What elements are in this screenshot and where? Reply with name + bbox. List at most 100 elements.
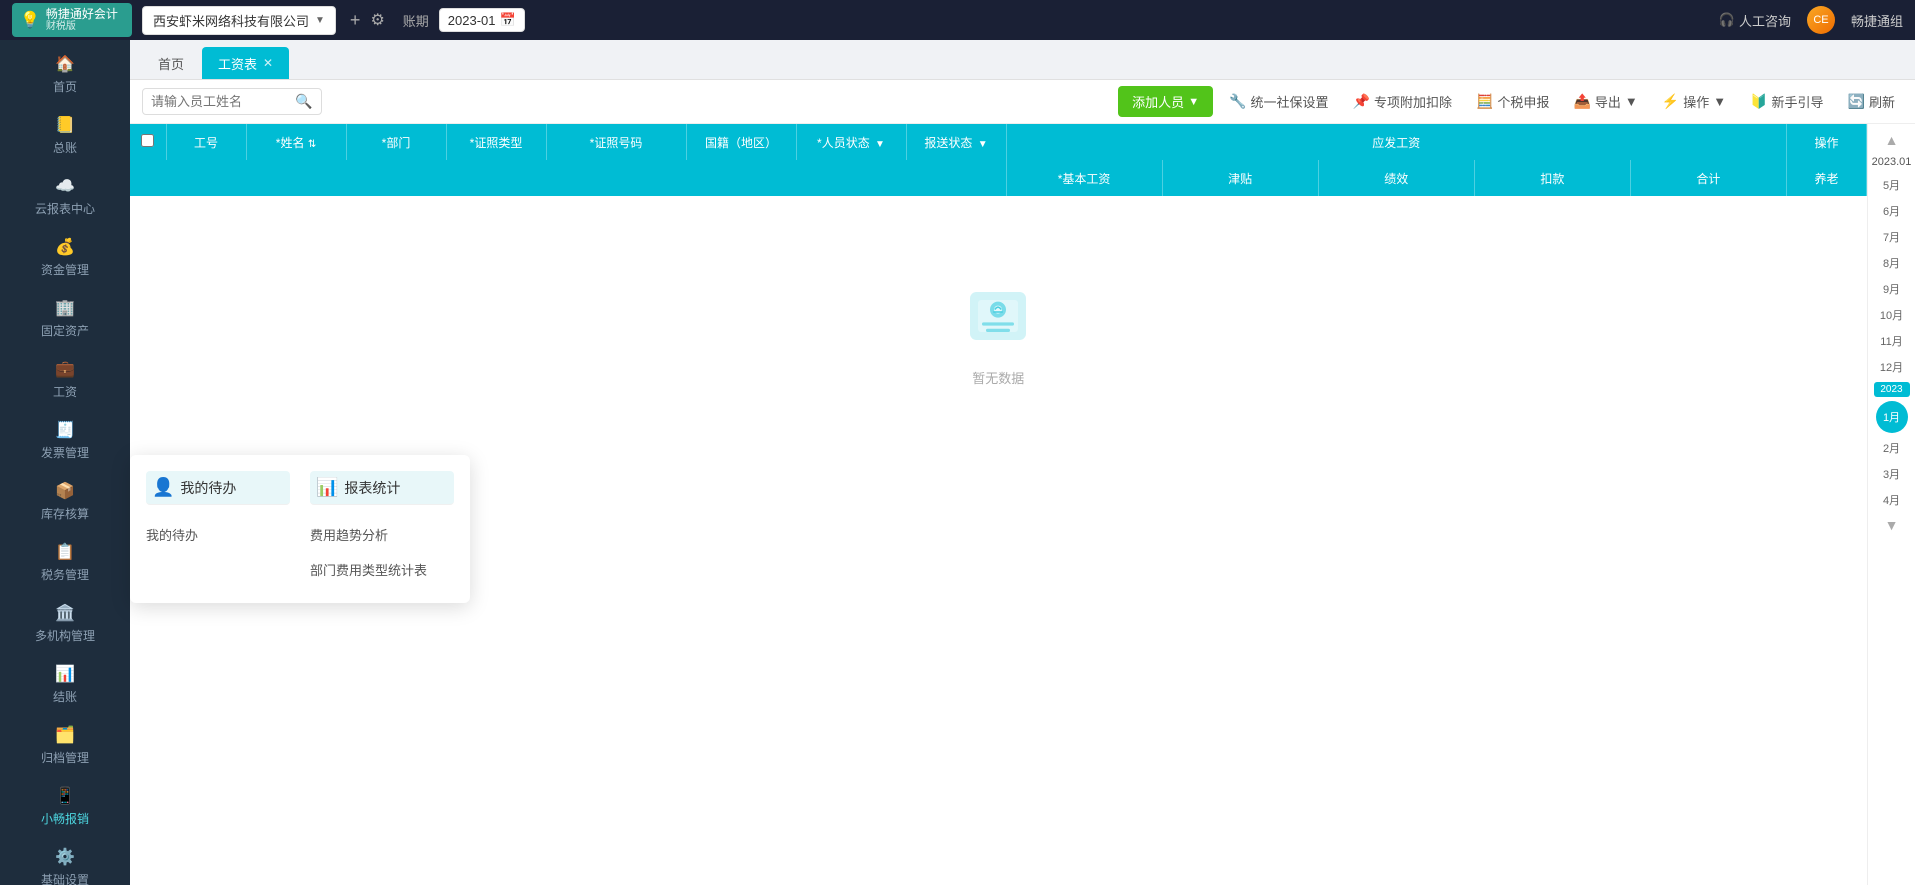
sidebar-item-cloud-report[interactable]: ☁️ 云报表中心 [0,166,130,227]
add-person-button[interactable]: 添加人员 ▼ [1118,86,1213,117]
tab-close-icon[interactable]: ✕ [263,56,273,70]
timeline-month-7[interactable]: 7月 [1868,224,1915,250]
search-icon[interactable]: 🔍 [295,93,312,110]
operations-label: 操作 [1683,92,1709,111]
year-badge-2023: 2023 [1874,382,1910,397]
timeline-nav-down[interactable]: ▼ [1881,513,1903,537]
special-deduct-button[interactable]: 📌 专项附加扣除 [1345,88,1460,115]
social-insurance-label: 统一社保设置 [1251,92,1329,111]
sidebar-item-ledger[interactable]: 📒 总账 [0,105,130,166]
sidebar-item-home[interactable]: 🏠 首页 [0,44,130,105]
id-num-header: *证照号码 [546,124,686,160]
sidebar-item-xiaochang[interactable]: 📱 小畅报销 [0,776,130,837]
timeline-nav-up[interactable]: ▲ [1881,128,1903,152]
sidebar-label: 资金管理 [41,261,89,278]
social-insurance-button[interactable]: 🔧 统一社保设置 [1221,88,1336,115]
no-data-illustration [958,276,1038,356]
person-status-header: *人员状态 ▼ [796,124,906,160]
sidebar-item-inventory[interactable]: 📦 库存核算 [0,471,130,532]
popup-item-my-todo[interactable]: 我的待办 [146,517,290,552]
timeline-year: 2023.01 [1872,152,1912,172]
service-button[interactable]: 🎧 人工咨询 [1719,11,1791,30]
logo[interactable]: 💡 畅捷通好会计 财税版 [12,3,132,37]
tax-icon: 📋 [55,542,75,562]
add-company-icon[interactable]: + [350,10,361,31]
top-bar: 💡 畅捷通好会计 财税版 西安虾米网络科技有限公司 ▼ + ⚙ 账期 2023-… [0,0,1915,40]
archive-icon: 🗂️ [55,725,75,745]
guide-button[interactable]: 🔰 新手引导 [1742,88,1831,115]
guide-label: 新手引导 [1772,92,1824,111]
sidebar-item-salary[interactable]: 💼 工资 [0,349,130,410]
bonus-header: 津贴 [1162,160,1318,196]
tab-salary-table-label: 工资表 [218,54,257,73]
salary-icon: 💼 [55,359,75,379]
sidebar-label: 首页 [53,78,77,95]
tab-home-label: 首页 [158,54,184,73]
no-data-area: 暂无数据 [130,196,1867,467]
refresh-label: 刷新 [1869,92,1895,111]
sidebar-item-archive[interactable]: 🗂️ 归档管理 [0,715,130,776]
sidebar-label: 小畅报销 [41,810,89,827]
sidebar-item-settlement[interactable]: 📊 结账 [0,654,130,715]
total-header: 合计 [1630,160,1786,196]
period-value[interactable]: 2023-01 📅 [439,8,525,32]
check-all-header[interactable] [130,124,166,160]
id-type-header: *证照类型 [446,124,546,160]
sidebar-item-invoice[interactable]: 🧾 发票管理 [0,410,130,471]
timeline-month-2[interactable]: 2月 [1868,435,1915,461]
timeline-month-9[interactable]: 9月 [1868,276,1915,302]
sidebar-item-multi-org[interactable]: 🏛️ 多机构管理 [0,593,130,654]
export-button[interactable]: 📤 导出 ▼ [1565,88,1645,115]
table-header-row2: *基本工资 津贴 绩效 扣款 合计 养老 [130,160,1867,196]
basic-settings-icon: ⚙️ [55,847,75,867]
company-selector[interactable]: 西安虾米网络科技有限公司 ▼ [142,6,336,35]
sidebar-item-basic-settings[interactable]: ⚙️ 基础设置 [0,837,130,885]
export-label: 导出 [1595,92,1621,111]
no-header: 工号 [166,124,246,160]
filter-icon[interactable]: ▼ [875,139,885,150]
popup-item-cost-trend[interactable]: 费用趋势分析 [310,517,454,552]
report-filter-icon[interactable]: ▼ [978,139,988,150]
sidebar-label: 归档管理 [41,749,89,766]
timeline-month-8[interactable]: 8月 [1868,250,1915,276]
avatar[interactable]: CE [1807,6,1835,34]
timeline-month-6[interactable]: 6月 [1868,198,1915,224]
timeline-month-5[interactable]: 5月 [1868,172,1915,198]
xiaochang-icon: 📱 [55,786,75,806]
popup-col-report: 📊 报表统计 费用趋势分析 部门费用类型统计表 [310,471,454,587]
cloud-icon: ☁️ [55,176,75,196]
sidebar-item-fixed-assets[interactable]: 🏢 固定资产 [0,288,130,349]
chevron-down-icon: ▼ [315,15,325,26]
popup-todo-title: 我的待办 [180,478,236,498]
sidebar-label: 工资 [53,383,77,400]
multi-org-icon: 🏛️ [55,603,75,623]
operations-button[interactable]: ⚡ 操作 ▼ [1654,88,1734,115]
tab-bar: 首页 工资表 ✕ [130,40,1915,80]
settings-icon[interactable]: ⚙ [370,10,384,30]
operation-header: 操作 [1787,124,1867,160]
nationality-header: 国籍（地区） [686,124,796,160]
timeline-month-10[interactable]: 10月 [1868,302,1915,328]
social-insurance-icon: 🔧 [1229,93,1246,110]
timeline-month-11[interactable]: 11月 [1868,328,1915,354]
check-all-checkbox[interactable] [141,134,154,147]
timeline-month-12[interactable]: 12月 [1868,354,1915,380]
search-input[interactable] [151,94,291,109]
base-wage-header: *基本工资 [1006,160,1162,196]
timeline-month-1[interactable]: 1月 [1876,401,1908,433]
refresh-button[interactable]: 🔄 刷新 [1840,88,1903,115]
tab-salary-table[interactable]: 工资表 ✕ [202,47,289,79]
tab-home[interactable]: 首页 [142,47,200,79]
top-bar-right: 🎧 人工咨询 CE 畅捷通组 [1719,6,1903,34]
timeline-month-4[interactable]: 4月 [1868,487,1915,513]
sidebar-item-finance[interactable]: 💰 资金管理 [0,227,130,288]
individual-tax-button[interactable]: 🧮 个税申报 [1468,88,1557,115]
sidebar-label: 多机构管理 [35,627,95,644]
salary-table: 工号 *姓名 ⇅ *部门 *证照类型 *证照号码 国籍（地区） *人员状态 ▼ [130,124,1867,467]
popup-item-dept-cost[interactable]: 部门费用类型统计表 [310,552,454,587]
operations-dropdown-icon: ▼ [1713,94,1726,109]
sidebar-item-tax[interactable]: 📋 税务管理 [0,532,130,593]
timeline-month-3[interactable]: 3月 [1868,461,1915,487]
no-data-row: 暂无数据 [130,196,1867,467]
popup-report-header: 📊 报表统计 [310,471,454,505]
